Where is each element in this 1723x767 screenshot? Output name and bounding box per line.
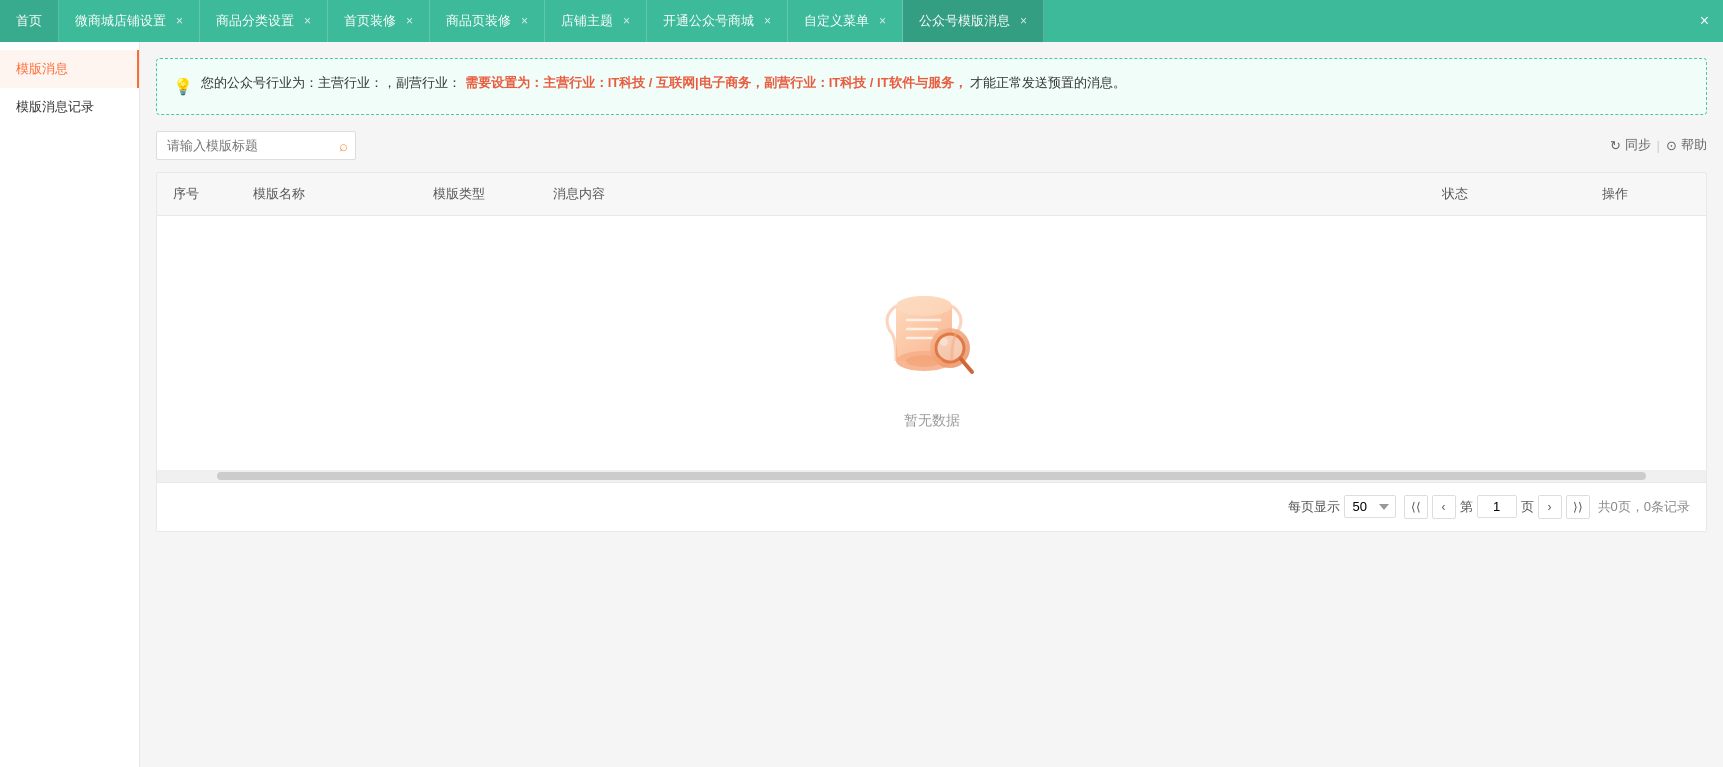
page-size-dropdown[interactable]: 50 10 20 100 [1344, 495, 1396, 518]
tab-product-decor-close[interactable]: × [521, 14, 528, 28]
pagination: 每页显示 50 10 20 100 ⟨⟨ ‹ 第 页 › ⟩⟩ [157, 482, 1706, 531]
tab-custom-menu-label: 自定义菜单 [804, 12, 869, 30]
last-page-button[interactable]: ⟩⟩ [1566, 495, 1590, 519]
tab-custom-menu-close[interactable]: × [879, 14, 886, 28]
main-layout: 模版消息 模版消息记录 💡 您的公众号行业为：主营行业：，副营行业： 需要设置为… [0, 42, 1723, 767]
tab-category-settings-label: 商品分类设置 [216, 12, 294, 30]
tab-home-decor-close[interactable]: × [406, 14, 413, 28]
tab-product-decor[interactable]: 商品页装修 × [430, 0, 545, 42]
tab-category-settings-close[interactable]: × [304, 14, 311, 28]
sync-button[interactable]: ↻ 同步 [1610, 136, 1651, 154]
page-size-select: 每页显示 50 10 20 100 [1288, 495, 1396, 518]
tab-template-msg-close[interactable]: × [1020, 14, 1027, 28]
tab-shop-settings[interactable]: 微商城店铺设置 × [59, 0, 200, 42]
notice-box: 💡 您的公众号行业为：主营行业：，副营行业： 需要设置为：主营行业：IT科技 /… [156, 58, 1707, 115]
search-bar: ⌕ ↻ 同步 | ⊙ 帮助 [156, 131, 1707, 160]
tab-product-decor-label: 商品页装修 [446, 12, 511, 30]
content-area: 💡 您的公众号行业为：主营行业：，副营行业： 需要设置为：主营行业：IT科技 /… [140, 42, 1723, 767]
tab-shop-theme-label: 店铺主题 [561, 12, 613, 30]
tab-open-mall[interactable]: 开通公众号商城 × [647, 0, 788, 42]
tab-home-label: 首页 [16, 12, 42, 30]
search-input[interactable] [156, 131, 356, 160]
sidebar-item-template-msg[interactable]: 模版消息 [0, 50, 139, 88]
tab-shop-settings-close[interactable]: × [176, 14, 183, 28]
tab-template-msg[interactable]: 公众号模版消息 × [903, 0, 1044, 42]
sync-icon: ↻ [1610, 138, 1621, 153]
notice-suffix: 才能正常发送预置的消息。 [970, 75, 1126, 90]
table-header: 序号 模版名称 模版类型 消息内容 状态 操作 [157, 173, 1706, 216]
sidebar-item-template-msg-record[interactable]: 模版消息记录 [0, 88, 139, 126]
svg-point-3 [896, 296, 952, 316]
empty-state: 暂无数据 [157, 216, 1706, 470]
help-icon: ⊙ [1666, 138, 1677, 153]
notice-prefix: 您的公众号行业为：主营行业：，副营行业： [201, 75, 461, 90]
tab-shop-theme-close[interactable]: × [623, 14, 630, 28]
col-template-name: 模版名称 [237, 173, 417, 215]
search-right: ↻ 同步 | ⊙ 帮助 [1610, 136, 1707, 154]
col-action: 操作 [1586, 173, 1706, 215]
page-number-input[interactable] [1477, 495, 1517, 518]
page-unit-label: 页 [1521, 498, 1534, 516]
horizontal-scrollbar[interactable] [157, 470, 1706, 482]
help-button[interactable]: ⊙ 帮助 [1666, 136, 1707, 154]
svg-point-12 [906, 355, 942, 367]
tab-shop-settings-label: 微商城店铺设置 [75, 12, 166, 30]
help-label: 帮助 [1681, 136, 1707, 154]
sync-label: 同步 [1625, 136, 1651, 154]
sidebar-item-template-msg-label: 模版消息 [16, 61, 68, 76]
tab-shop-theme[interactable]: 店铺主题 × [545, 0, 647, 42]
tab-home-decor-label: 首页装修 [344, 12, 396, 30]
scroll-thumb[interactable] [217, 472, 1646, 480]
page-prefix-label: 第 [1460, 498, 1473, 516]
notice-text: 您的公众号行业为：主营行业：，副营行业： 需要设置为：主营行业：IT科技 / 互… [201, 73, 1126, 94]
empty-text: 暂无数据 [904, 412, 960, 430]
search-left: ⌕ [156, 131, 356, 160]
page-total-label: 共0页，0条记录 [1598, 498, 1690, 516]
svg-line-10 [961, 359, 972, 372]
page-size-label: 每页显示 [1288, 498, 1340, 516]
data-table: 序号 模版名称 模版类型 消息内容 状态 操作 [156, 172, 1707, 532]
search-input-wrap: ⌕ [156, 131, 356, 160]
search-icon[interactable]: ⌕ [339, 137, 348, 154]
tab-bar: 首页 微商城店铺设置 × 商品分类设置 × 首页装修 × 商品页装修 × 店铺主… [0, 0, 1723, 42]
tab-custom-menu[interactable]: 自定义菜单 × [788, 0, 903, 42]
tab-open-mall-close[interactable]: × [764, 14, 771, 28]
col-msg-content: 消息内容 [537, 173, 1426, 215]
tab-category-settings[interactable]: 商品分类设置 × [200, 0, 328, 42]
empty-illustration [872, 276, 992, 396]
tab-open-mall-label: 开通公众号商城 [663, 12, 754, 30]
col-index: 序号 [157, 173, 237, 215]
first-page-button[interactable]: ⟨⟨ [1404, 495, 1428, 519]
tab-template-msg-label: 公众号模版消息 [919, 12, 1010, 30]
col-template-type: 模版类型 [417, 173, 537, 215]
svg-point-11 [940, 338, 948, 346]
sidebar: 模版消息 模版消息记录 [0, 42, 140, 767]
next-page-button[interactable]: › [1538, 495, 1562, 519]
tab-home[interactable]: 首页 [0, 0, 59, 42]
notice-highlight: 需要设置为：主营行业：IT科技 / 互联网|电子商务，副营行业：IT科技 / I… [465, 75, 967, 90]
tab-home-decor[interactable]: 首页装修 × [328, 0, 430, 42]
col-status: 状态 [1426, 173, 1586, 215]
notice-icon: 💡 [173, 74, 193, 100]
prev-page-button[interactable]: ‹ [1432, 495, 1456, 519]
page-nav: ⟨⟨ ‹ 第 页 › ⟩⟩ [1404, 495, 1590, 519]
sidebar-item-template-msg-record-label: 模版消息记录 [16, 99, 94, 114]
close-all-button[interactable]: × [1686, 0, 1723, 42]
divider: | [1657, 138, 1660, 153]
